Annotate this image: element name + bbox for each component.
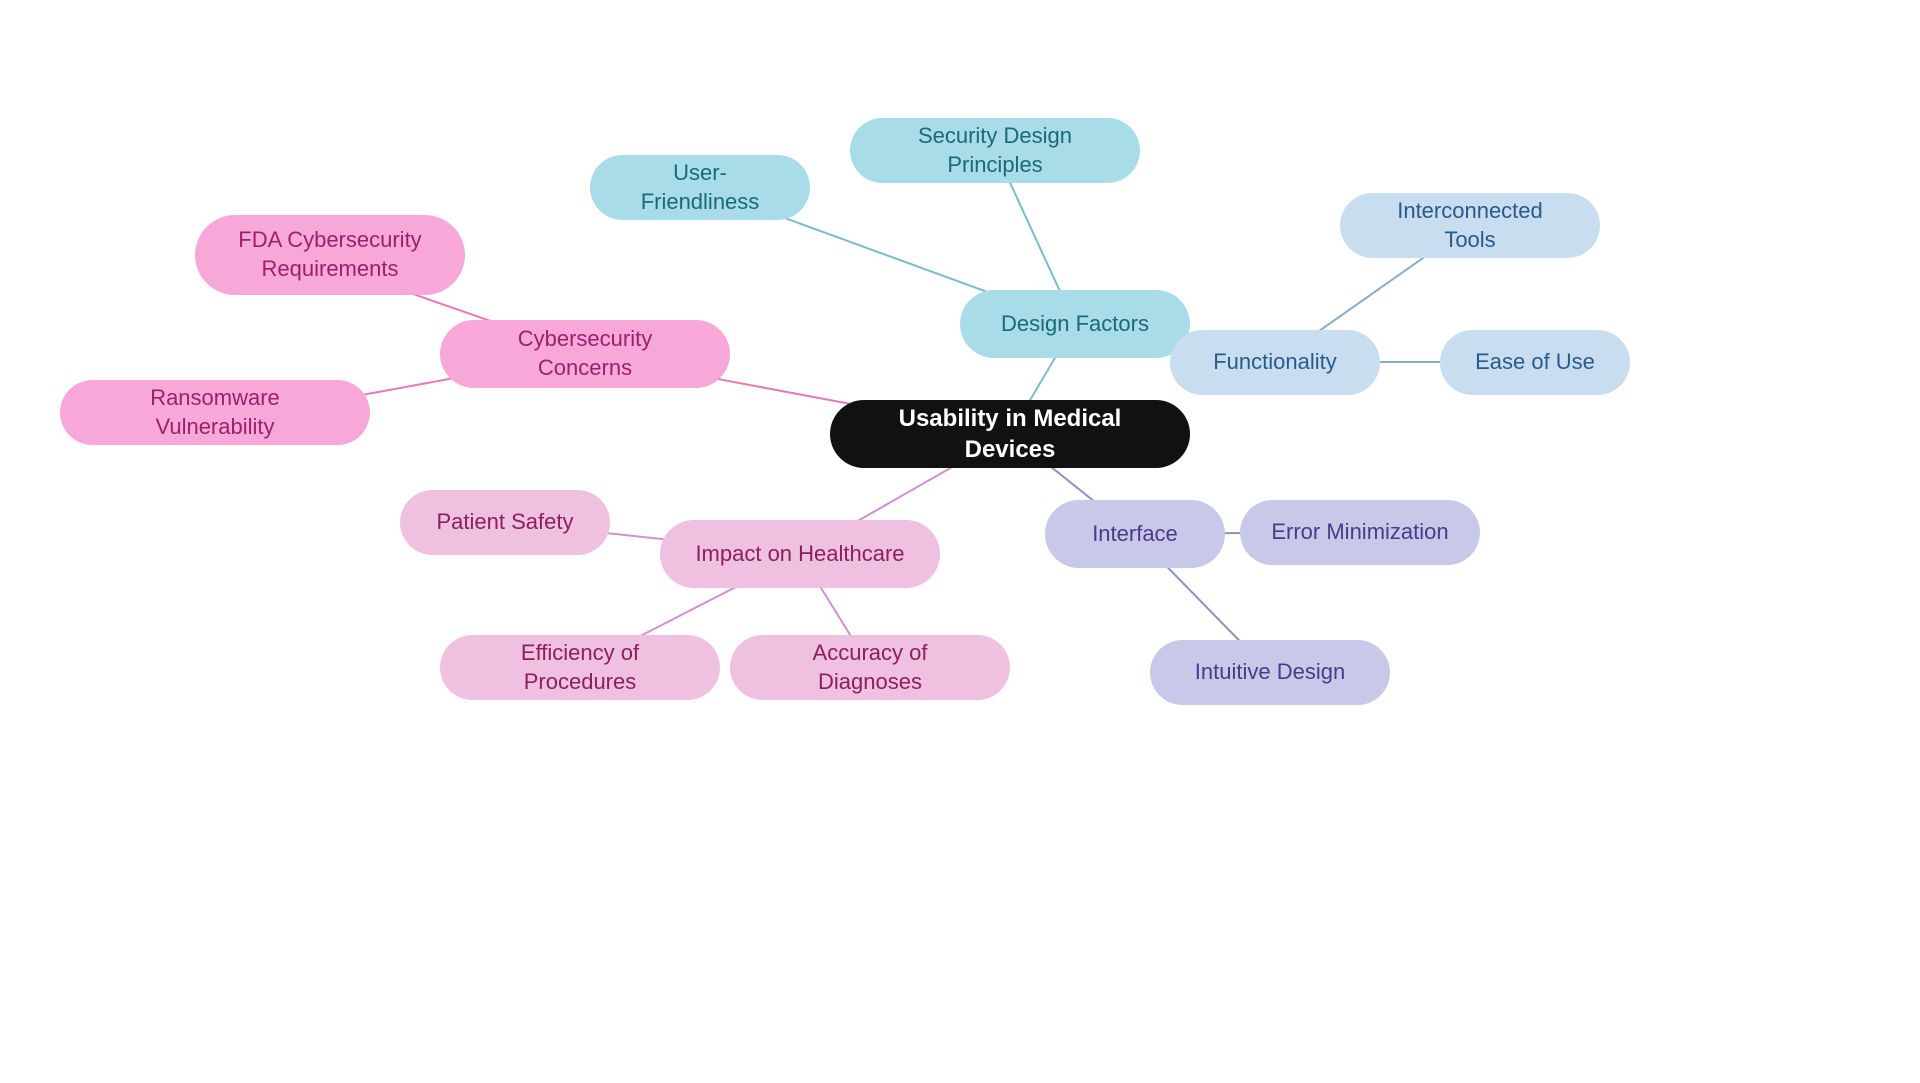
security-design-node: Security Design Principles xyxy=(850,118,1140,183)
functionality-node: Functionality xyxy=(1170,330,1380,395)
center-node: Usability in Medical Devices xyxy=(830,400,1190,468)
cybersecurity-concerns-node: Cybersecurity Concerns xyxy=(440,320,730,388)
efficiency-node: Efficiency of Procedures xyxy=(440,635,720,700)
patient-safety-node: Patient Safety xyxy=(400,490,610,555)
user-friendliness-node: User-Friendliness xyxy=(590,155,810,220)
design-factors-node: Design Factors xyxy=(960,290,1190,358)
accuracy-node: Accuracy of Diagnoses xyxy=(730,635,1010,700)
ease-of-use-node: Ease of Use xyxy=(1440,330,1630,395)
ransomware-node: Ransomware Vulnerability xyxy=(60,380,370,445)
interface-node: Interface xyxy=(1045,500,1225,568)
fda-node: FDA CybersecurityRequirements xyxy=(195,215,465,295)
interconnected-tools-node: Interconnected Tools xyxy=(1340,193,1600,258)
intuitive-design-node: Intuitive Design xyxy=(1150,640,1390,705)
impact-healthcare-node: Impact on Healthcare xyxy=(660,520,940,588)
error-minimization-node: Error Minimization xyxy=(1240,500,1480,565)
